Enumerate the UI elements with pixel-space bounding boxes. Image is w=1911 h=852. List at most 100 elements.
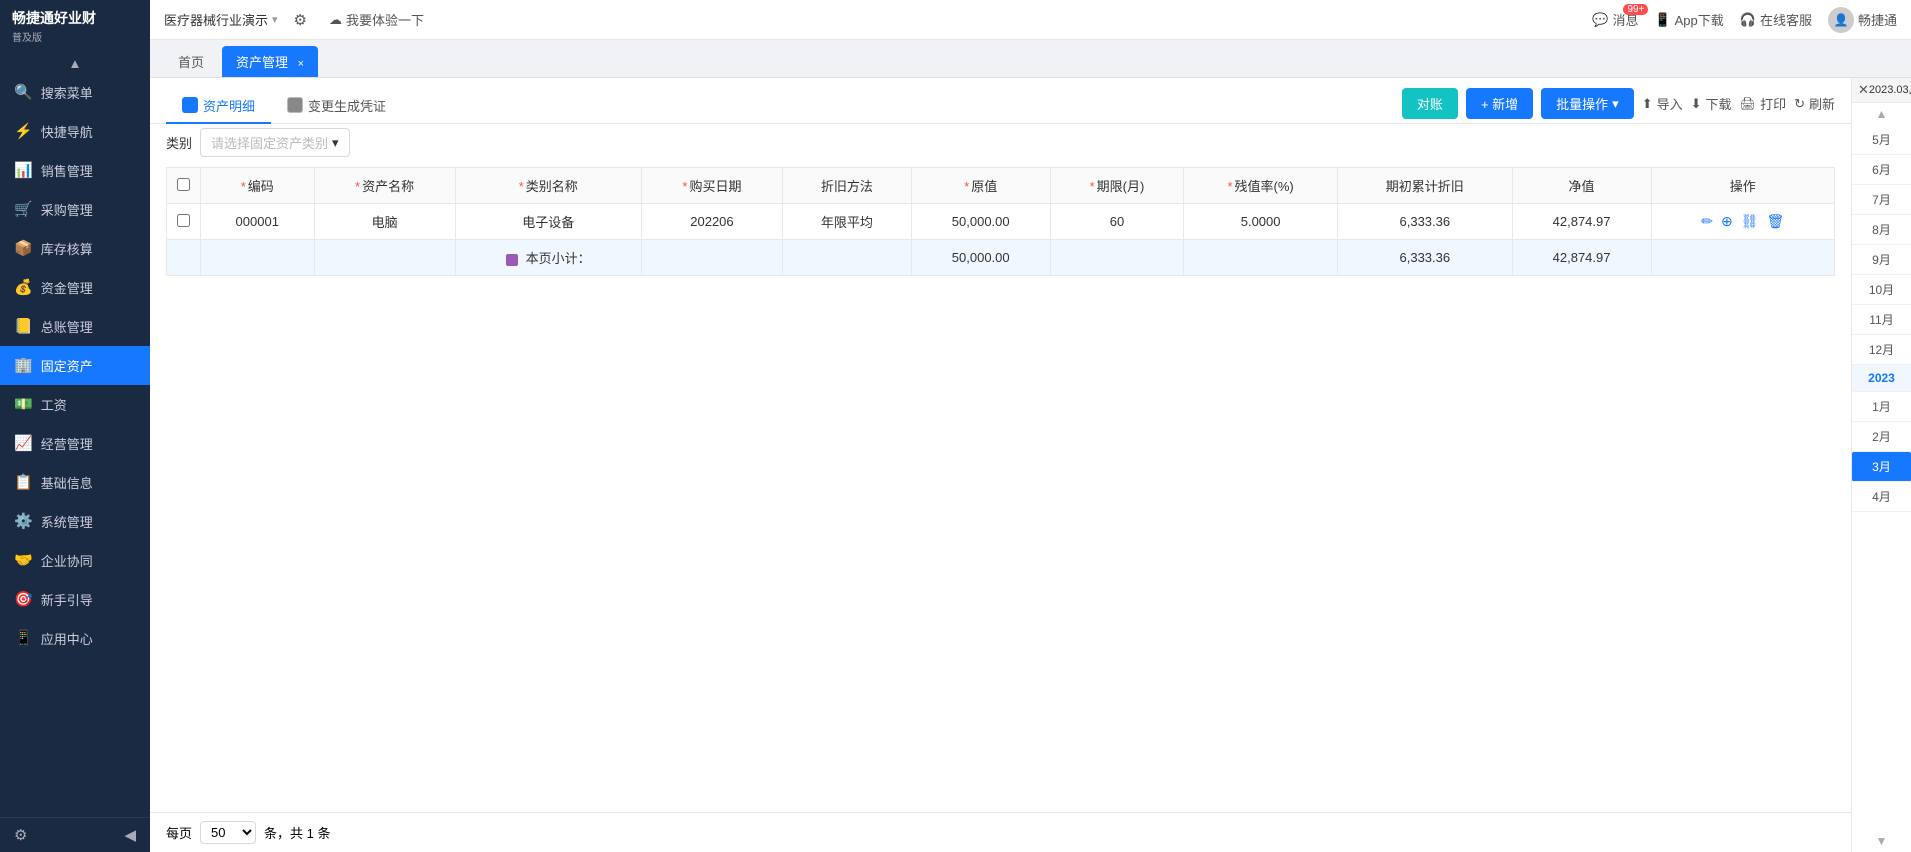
sidebar-item-fixedasset[interactable]: 🏢固定资产: [0, 346, 150, 385]
download-button[interactable]: ⬇ 下载: [1691, 94, 1732, 113]
tab-assetmgmt-label: 资产管理: [236, 55, 288, 70]
sidebar-scroll-up[interactable]: ▲: [0, 54, 150, 73]
message-button[interactable]: 💬 消息 99+: [1592, 10, 1638, 29]
print-icon: 🖨: [1740, 96, 1757, 112]
sidebar-item-ledger[interactable]: 📒总账管理: [0, 307, 150, 346]
cell-residual-rate-0: 5.0000: [1184, 204, 1338, 240]
timeline-month[interactable]: 1月: [1852, 392, 1911, 422]
timeline-up-button[interactable]: ▲: [1852, 103, 1911, 125]
sidebar-item-sysmanage[interactable]: ⚙️系统管理: [0, 502, 150, 541]
experience-button[interactable]: ☁ 我要体验一下: [329, 10, 424, 29]
category-filter-label: 类别: [166, 133, 192, 152]
copy-icon-0[interactable]: ⊕: [1721, 213, 1733, 230]
tab-close-icon[interactable]: ×: [298, 58, 304, 70]
timeline-month[interactable]: 3月: [1852, 452, 1911, 482]
user-menu[interactable]: 👤 畅捷通: [1828, 7, 1897, 33]
category-placeholder: 请选择固定资产类别: [211, 133, 328, 152]
company-selector[interactable]: 医疗器械行业演示 ▾: [164, 10, 278, 29]
voucher-tab-icon: [287, 97, 303, 113]
sidebar-item-appcenter[interactable]: 📱应用中心: [0, 619, 150, 658]
timeline-prev-month[interactable]: 6月: [1852, 155, 1911, 185]
timeline-month[interactable]: 4月: [1852, 482, 1911, 512]
edit-icon-0[interactable]: ✏: [1701, 213, 1713, 230]
cell-code-0: 000001: [201, 204, 315, 240]
sidebar-logo: 畅捷通好业财 普及版: [0, 0, 150, 54]
table-body: 000001 电脑 电子设备 202206 年限平均 50,000.00 60 …: [167, 204, 1835, 276]
experience-label: 我要体验一下: [346, 10, 424, 29]
timeline-prev-month[interactable]: 7月: [1852, 185, 1911, 215]
sidebar-icon-purchase: 🛒: [14, 200, 33, 218]
sidebar-label-purchase: 采购管理: [41, 200, 93, 219]
reconcile-button[interactable]: 对账: [1402, 88, 1458, 119]
sidebar-icon-bizcolab: 🤝: [14, 551, 33, 569]
subtotal-empty-residual: [1184, 240, 1338, 276]
tab-home[interactable]: 首页: [164, 46, 218, 77]
tab-assetmgmt[interactable]: 资产管理 ×: [222, 46, 318, 77]
sidebar-item-operations[interactable]: 📈 经营管理: [0, 424, 150, 463]
batch-button[interactable]: 批量操作 ▾: [1541, 88, 1634, 119]
cell-original-value-0: 50,000.00: [911, 204, 1050, 240]
refresh-label: 刷新: [1809, 94, 1835, 113]
app-download-button[interactable]: 📱 App下载: [1654, 10, 1723, 29]
subtotal-empty-date: [641, 240, 782, 276]
sidebar-item-search[interactable]: 🔍搜索菜单: [0, 73, 150, 112]
sidebar-item-inventory[interactable]: 📦库存核算: [0, 229, 150, 268]
topbar-gear-icon[interactable]: ⚙: [288, 9, 313, 31]
sidebar-label-operations: 经营管理: [41, 434, 93, 453]
subtotal-empty-checkbox: [167, 240, 201, 276]
sidebar-item-sales[interactable]: 📊销售管理: [0, 151, 150, 190]
timeline-prev-month[interactable]: 11月: [1852, 305, 1911, 335]
online-service-button[interactable]: 🎧 在线客服: [1740, 10, 1812, 29]
per-page-label: 每页: [166, 823, 192, 842]
subtabs: 资产明细 变更生成凭证 对账 + 新增 批量操作 ▾ ⬆ 导入: [150, 78, 1851, 124]
avatar: 👤: [1828, 7, 1854, 33]
add-button[interactable]: + 新增: [1466, 88, 1533, 119]
username: 畅捷通: [1858, 10, 1897, 29]
sidebar-icon-quicknav: ⚡: [14, 122, 33, 140]
sidebar-item-basicinfo[interactable]: 📋基础信息: [0, 463, 150, 502]
sidebar-label-ledger: 总账管理: [41, 317, 93, 336]
sidebar-icon-appcenter: 📱: [14, 629, 33, 647]
sidebar-item-quicknav[interactable]: ⚡快捷导航: [0, 112, 150, 151]
link-icon-0[interactable]: ⛓: [1741, 213, 1759, 230]
print-button[interactable]: 🖨 打印: [1740, 94, 1787, 113]
timeline-prev-month[interactable]: 5月: [1852, 125, 1911, 155]
sidebar-item-newguide[interactable]: 🎯新手引导: [0, 580, 150, 619]
total-label: 条，共 1 条: [264, 823, 330, 842]
sidebar-icon-sales: 📊: [14, 161, 33, 179]
subtab-asset-detail[interactable]: 资产明细: [166, 89, 271, 124]
timeline-prev-month[interactable]: 10月: [1852, 275, 1911, 305]
sidebar-icon-operations: 📈: [14, 434, 33, 452]
refresh-button[interactable]: ↻ 刷新: [1794, 94, 1835, 113]
import-button[interactable]: ⬆ 导入: [1642, 94, 1683, 113]
message-badge: 99+: [1623, 4, 1648, 15]
settings-icon[interactable]: ⚙: [14, 826, 27, 844]
topbar-right: 💬 消息 99+ 📱 App下载 🎧 在线客服 👤 畅捷通: [1592, 7, 1897, 33]
per-page-select[interactable]: 50 100: [200, 821, 256, 844]
subtotal-net-value: 42,874.97: [1512, 240, 1651, 276]
timeline-prev-month[interactable]: 12月: [1852, 335, 1911, 365]
sidebar-item-funds[interactable]: 💰资金管理: [0, 268, 150, 307]
sidebar-item-purchase[interactable]: 🛒 采购管理: [0, 190, 150, 229]
subtab-voucher-gen[interactable]: 变更生成凭证: [271, 89, 402, 124]
select-all-checkbox[interactable]: [177, 178, 190, 191]
timeline-close-icon[interactable]: ✕: [1858, 82, 1869, 98]
cloud-icon: ☁: [329, 12, 342, 28]
timeline-prev-month[interactable]: 9月: [1852, 245, 1911, 275]
category-dropdown[interactable]: 请选择固定资产类别 ▾: [200, 128, 350, 157]
cell-purchase-date-0: 202206: [641, 204, 782, 240]
delete-icon-0[interactable]: 🗑: [1767, 213, 1785, 230]
row-checkbox-0[interactable]: [177, 214, 190, 227]
subtotal-label-cell: 本页小计：: [455, 240, 641, 276]
sidebar-item-bizcolab[interactable]: 🤝企业协同: [0, 541, 150, 580]
sidebar-item-wages[interactable]: 💵工资: [0, 385, 150, 424]
timeline-month[interactable]: 2月: [1852, 422, 1911, 452]
timeline-down-button[interactable]: ▼: [1852, 830, 1911, 852]
app-download-label: App下载: [1675, 10, 1724, 29]
th-period: *期限(月): [1050, 168, 1184, 204]
timeline-prev-month[interactable]: 8月: [1852, 215, 1911, 245]
tabbar: 首页 资产管理 ×: [150, 40, 1911, 78]
collapse-icon[interactable]: ◀: [124, 826, 136, 844]
print-label: 打印: [1760, 94, 1786, 113]
message-icon: 💬: [1592, 12, 1608, 28]
